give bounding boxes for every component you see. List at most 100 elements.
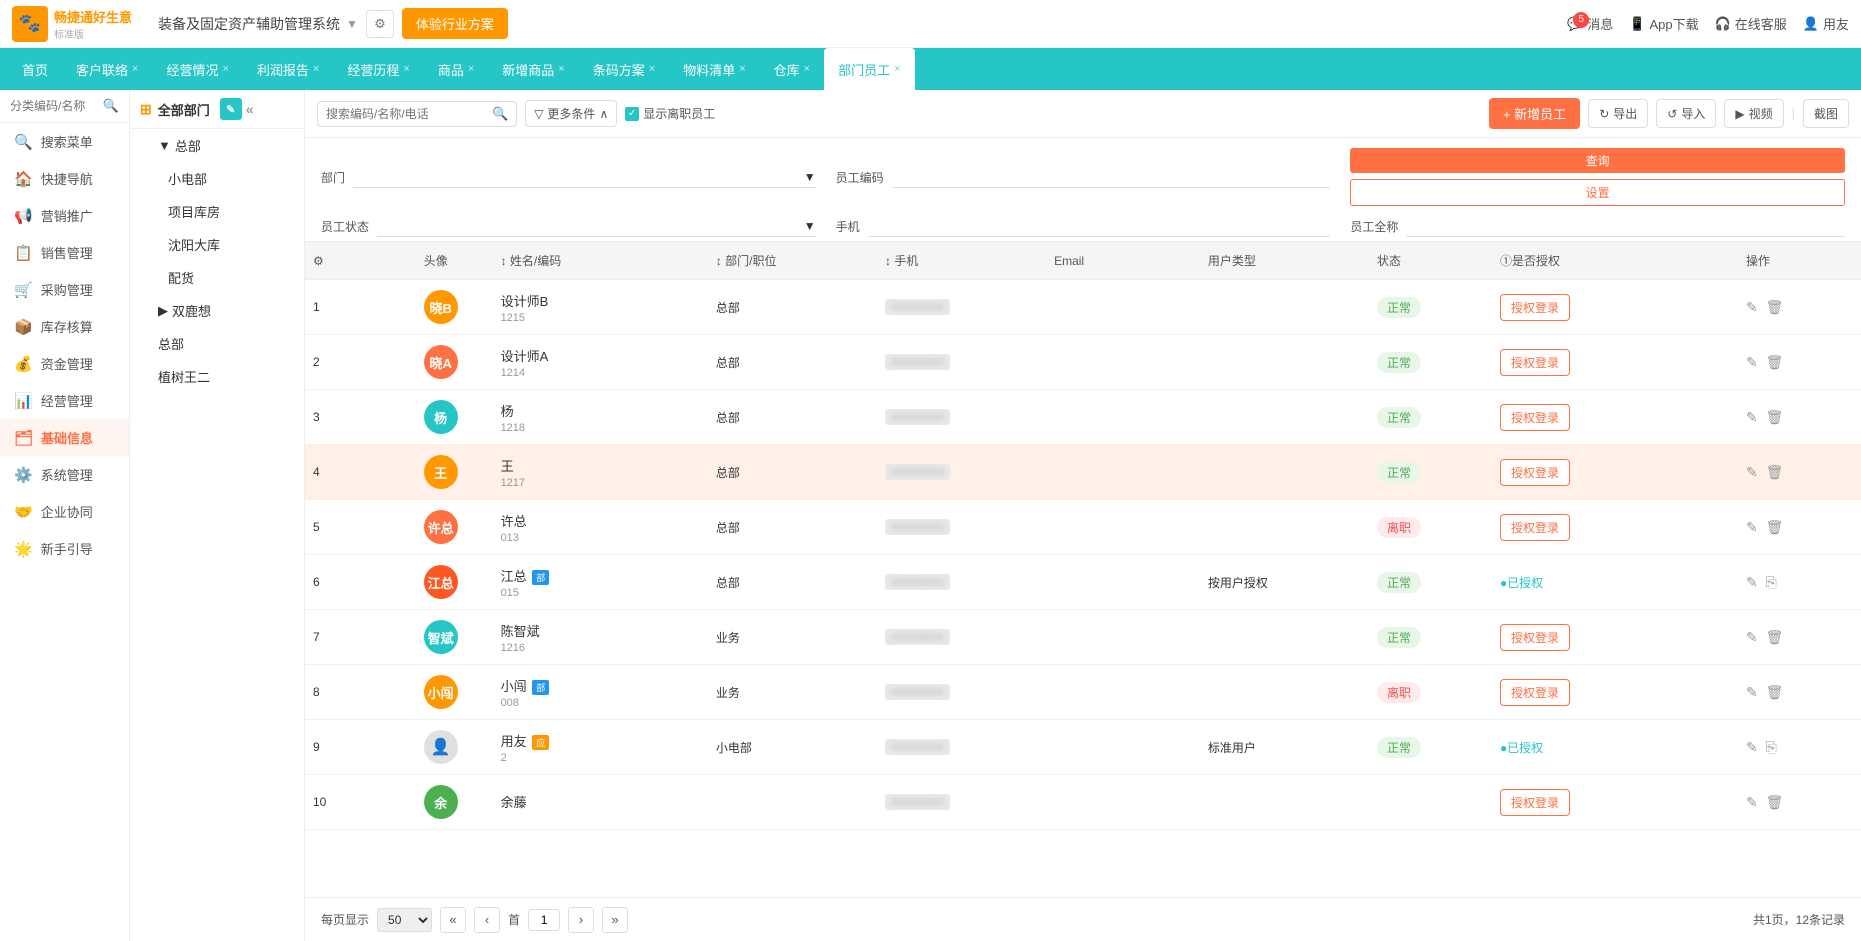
emp-code-filter-input[interactable]	[892, 167, 1331, 188]
auth-button[interactable]: 授权登录	[1500, 514, 1570, 541]
tab-goods-close[interactable]: ×	[468, 63, 474, 75]
first-page-button[interactable]: «	[440, 907, 466, 933]
sidebar-search-icon[interactable]: 🔍	[103, 98, 119, 114]
tab-bom-close[interactable]: ×	[739, 63, 745, 75]
tab-dept-staff[interactable]: 部门员工×	[824, 48, 914, 90]
auth-button[interactable]: 授权登录	[1500, 459, 1570, 486]
tab-operation[interactable]: 经营情况×	[152, 48, 242, 90]
sidebar-item-operations[interactable]: 📊 经营管理	[0, 382, 129, 419]
col-phone[interactable]: ↕ 手机	[877, 242, 1046, 280]
search-icon[interactable]: 🔍	[492, 106, 508, 122]
auth-button[interactable]: 授权登录	[1500, 404, 1570, 431]
tab-history[interactable]: 经营历程×	[333, 48, 423, 90]
tab-barcode-close[interactable]: ×	[649, 63, 655, 75]
edit-icon[interactable]: ✎	[1746, 409, 1758, 426]
delete-icon[interactable]: 🗑	[1766, 464, 1784, 481]
sidebar-item-collab[interactable]: 🤝 企业协同	[0, 493, 129, 530]
screenshot-button[interactable]: 截图	[1803, 99, 1849, 128]
dept-filter-select[interactable]: ▼	[353, 167, 816, 188]
delete-icon[interactable]: 🗑	[1766, 794, 1784, 811]
tab-warehouse[interactable]: 仓库×	[760, 48, 824, 90]
edit-icon[interactable]: ✎	[1746, 574, 1758, 591]
tab-new-goods[interactable]: 新增商品×	[488, 48, 578, 90]
tab-operation-close[interactable]: ×	[222, 63, 228, 75]
sidebar-item-marketing[interactable]: 📢 营销推广	[0, 197, 129, 234]
copy-icon[interactable]: ⎘	[1766, 739, 1777, 756]
dept-item-shenyang[interactable]: 沈阳大库	[130, 228, 304, 261]
tab-profit[interactable]: 利润报告×	[243, 48, 333, 90]
col-dept[interactable]: ↕ 部门/职位	[708, 242, 877, 280]
sidebar-item-quicknav[interactable]: 🏠 快捷导航	[0, 160, 129, 197]
dept-edit-button[interactable]: ✎	[220, 98, 242, 120]
auth-button[interactable]: 授权登录	[1500, 294, 1570, 321]
settings-button[interactable]: ⚙	[366, 10, 394, 38]
tab-history-close[interactable]: ×	[403, 63, 409, 75]
tab-new-goods-close[interactable]: ×	[558, 63, 564, 75]
status-filter-select[interactable]: ▼	[377, 216, 816, 237]
tab-home[interactable]: 首页	[8, 48, 62, 90]
tab-customer-close[interactable]: ×	[132, 63, 138, 75]
edit-icon[interactable]: ✎	[1746, 629, 1758, 646]
dept-collapse-button[interactable]: «	[246, 101, 254, 117]
edit-icon[interactable]: ✎	[1746, 519, 1758, 536]
dept-item-shuanglu[interactable]: ▶ 双鹿想	[130, 294, 304, 327]
dept-item-zongbu[interactable]: 总部	[130, 327, 304, 360]
more-filter-button[interactable]: ▽ 更多条件 ∧	[525, 100, 617, 127]
page-number-input[interactable]	[528, 909, 560, 931]
prev-page-button[interactable]: ‹	[474, 907, 500, 933]
view-button[interactable]: ▶ 视频	[1724, 99, 1783, 128]
delete-icon[interactable]: 🗑	[1766, 684, 1784, 701]
app-download-button[interactable]: 📱 App下载	[1629, 14, 1698, 33]
auth-button[interactable]: 授权登录	[1500, 624, 1570, 651]
edit-icon[interactable]: ✎	[1746, 739, 1758, 756]
dept-item-small-elec[interactable]: 小电部	[130, 162, 304, 195]
dept-item-distribution[interactable]: 配货	[130, 261, 304, 294]
edit-icon[interactable]: ✎	[1746, 299, 1758, 316]
auth-button[interactable]: 授权登录	[1500, 349, 1570, 376]
delete-icon[interactable]: 🗑	[1766, 519, 1784, 536]
search-input[interactable]	[326, 107, 486, 121]
add-employee-button[interactable]: + 新增员工	[1489, 98, 1580, 129]
sidebar-item-sales[interactable]: 📋 销售管理	[0, 234, 129, 271]
tab-barcode[interactable]: 条码方案×	[579, 48, 669, 90]
user-area[interactable]: 👤 用友	[1803, 14, 1849, 33]
auth-button[interactable]: 授权登录	[1500, 679, 1570, 706]
col-name[interactable]: ↕ 姓名/编码	[493, 242, 708, 280]
phone-filter-input[interactable]	[868, 216, 1331, 237]
tab-dept-staff-close[interactable]: ×	[894, 63, 900, 75]
copy-icon[interactable]: ⎘	[1766, 574, 1777, 591]
edit-icon[interactable]: ✎	[1746, 354, 1758, 371]
tab-customer[interactable]: 客户联络×	[62, 48, 152, 90]
delete-icon[interactable]: 🗑	[1766, 409, 1784, 426]
message-button[interactable]: 💬 5 消息	[1567, 14, 1613, 33]
auth-button[interactable]: 授权登录	[1500, 789, 1570, 816]
dept-item-project-warehouse[interactable]: 项目库房	[130, 195, 304, 228]
tab-profit-close[interactable]: ×	[313, 63, 319, 75]
emp-name-filter-input[interactable]	[1406, 216, 1845, 237]
show-resigned-checkbox[interactable]: ✓	[625, 107, 639, 121]
sidebar-item-search[interactable]: 🔍 搜索菜单	[0, 123, 129, 160]
sidebar-item-purchase[interactable]: 🛒 采购管理	[0, 271, 129, 308]
sidebar-item-system[interactable]: ⚙️ 系统管理	[0, 456, 129, 493]
import-button[interactable]: ↺ 导入	[1656, 99, 1716, 128]
title-dropdown-arrow[interactable]: ▼	[346, 17, 358, 31]
delete-icon[interactable]: 🗑	[1766, 354, 1784, 371]
tab-goods[interactable]: 商品×	[424, 48, 488, 90]
tab-bom[interactable]: 物料清单×	[669, 48, 759, 90]
col-settings[interactable]: ⚙	[305, 242, 360, 280]
next-page-button[interactable]: ›	[568, 907, 594, 933]
page-size-select[interactable]: 50 10 20 100	[377, 908, 432, 932]
delete-icon[interactable]: 🗑	[1766, 629, 1784, 646]
tab-warehouse-close[interactable]: ×	[804, 63, 810, 75]
reset-button[interactable]: 设置	[1350, 179, 1845, 206]
sidebar-search-input[interactable]	[10, 99, 97, 113]
trial-button[interactable]: 体验行业方案	[402, 8, 508, 39]
edit-icon[interactable]: ✎	[1746, 464, 1758, 481]
sidebar-item-finance[interactable]: 💰 资金管理	[0, 345, 129, 382]
edit-icon[interactable]: ✎	[1746, 684, 1758, 701]
export-button[interactable]: ↻ 导出	[1588, 99, 1648, 128]
edit-icon[interactable]: ✎	[1746, 794, 1758, 811]
show-resigned-area[interactable]: ✓ 显示离职员工	[625, 105, 715, 122]
dept-item-zhishu[interactable]: 植树王二	[130, 360, 304, 393]
sidebar-item-basicinfo[interactable]: 🗂 基础信息	[0, 419, 129, 456]
